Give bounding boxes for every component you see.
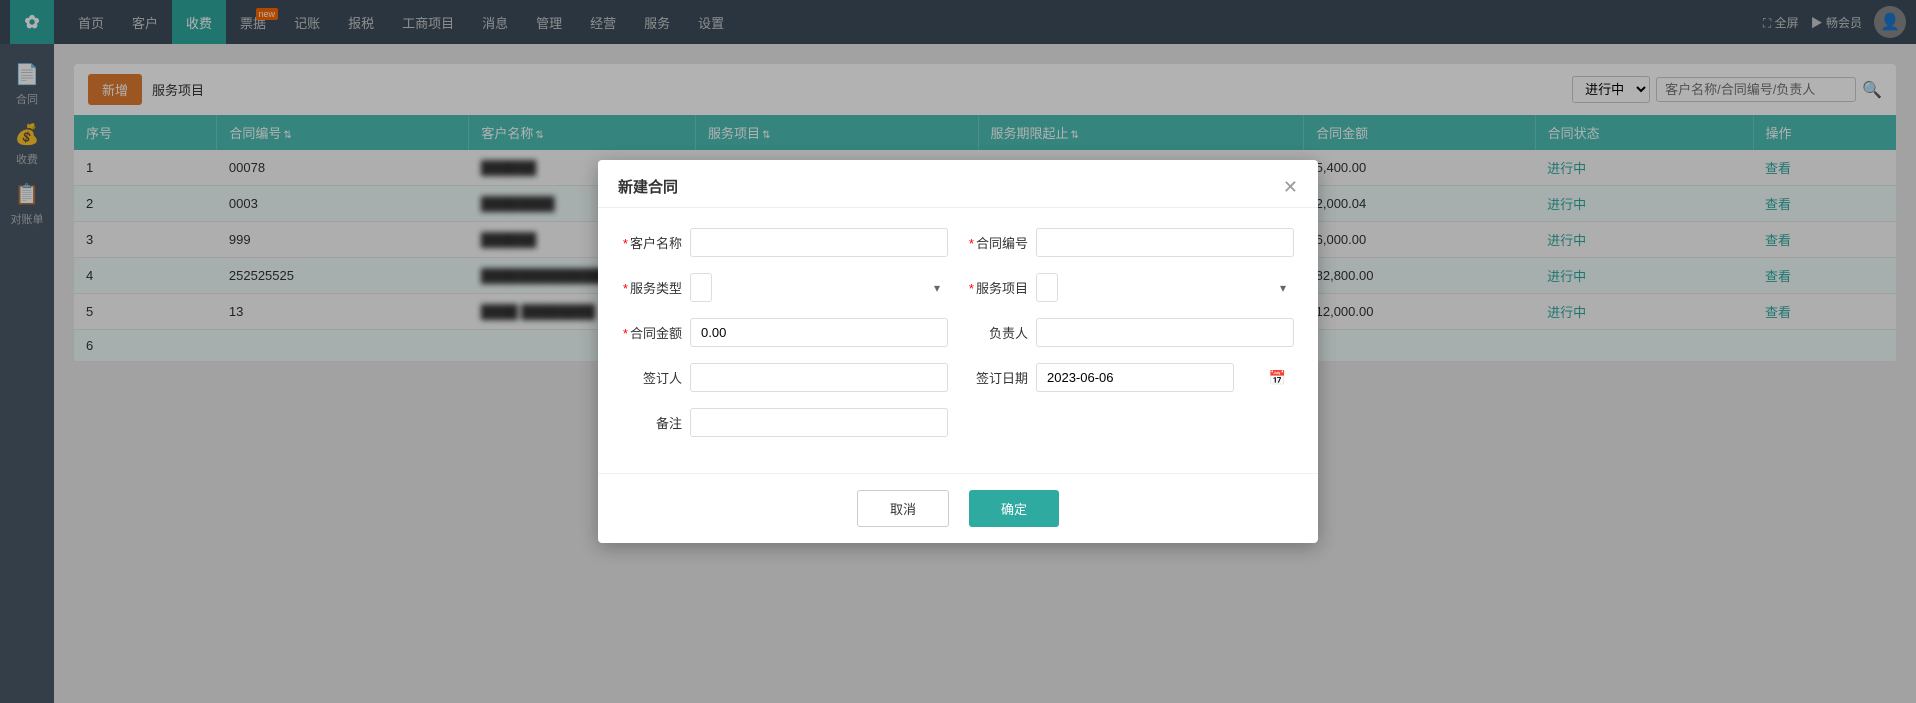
input-remark[interactable] — [690, 408, 948, 437]
input-sign-date[interactable] — [1036, 363, 1234, 392]
modal-body: *客户名称 *合同编号 *服务类型 — [598, 208, 1318, 473]
modal-title: 新建合同 — [618, 176, 678, 197]
modal-overlay: 新建合同 ✕ *客户名称 *合同编号 — [0, 0, 1916, 703]
form-group-service-item: *服务项目 — [968, 273, 1294, 302]
required-star-3: * — [623, 281, 628, 296]
form-row-3: *合同金额 负责人 — [622, 318, 1294, 347]
label-service-type: *服务类型 — [622, 278, 682, 297]
select-wrapper-service-item — [1036, 273, 1294, 302]
new-contract-modal: 新建合同 ✕ *客户名称 *合同编号 — [598, 160, 1318, 543]
label-service-item: *服务项目 — [968, 278, 1028, 297]
required-star-4: * — [969, 281, 974, 296]
input-customer-name[interactable] — [690, 228, 948, 257]
confirm-button[interactable]: 确定 — [969, 490, 1059, 527]
form-group-sign-date: 签订日期 📅 — [968, 363, 1294, 392]
label-sign-date: 签订日期 — [968, 368, 1028, 387]
modal-footer: 取消 确定 — [598, 473, 1318, 543]
select-wrapper-service-type — [690, 273, 948, 302]
input-amount[interactable] — [690, 318, 948, 347]
form-group-responsible: 负责人 — [968, 318, 1294, 347]
modal-header: 新建合同 ✕ — [598, 160, 1318, 208]
required-star-5: * — [623, 326, 628, 341]
select-service-type[interactable] — [690, 273, 712, 302]
cancel-button[interactable]: 取消 — [857, 490, 949, 527]
form-group-service-type: *服务类型 — [622, 273, 948, 302]
form-row-4: 签订人 签订日期 📅 — [622, 363, 1294, 392]
select-service-item[interactable] — [1036, 273, 1058, 302]
required-star: * — [623, 236, 628, 251]
label-responsible: 负责人 — [968, 323, 1028, 342]
required-star-2: * — [969, 236, 974, 251]
input-contract-no[interactable] — [1036, 228, 1294, 257]
form-group-amount: *合同金额 — [622, 318, 948, 347]
input-responsible[interactable] — [1036, 318, 1294, 347]
form-group-remark: 备注 — [622, 408, 948, 437]
calendar-icon: 📅 — [1269, 369, 1286, 386]
form-row-1: *客户名称 *合同编号 — [622, 228, 1294, 257]
label-amount: *合同金额 — [622, 323, 682, 342]
label-contract-no: *合同编号 — [968, 233, 1028, 252]
label-customer-name: *客户名称 — [622, 233, 682, 252]
form-group-customer-name: *客户名称 — [622, 228, 948, 257]
label-signer: 签订人 — [622, 368, 682, 387]
date-wrapper: 📅 — [1036, 363, 1294, 392]
form-group-contract-no: *合同编号 — [968, 228, 1294, 257]
input-signer[interactable] — [690, 363, 948, 392]
label-remark: 备注 — [622, 413, 682, 432]
modal-close-button[interactable]: ✕ — [1283, 178, 1298, 196]
form-row-5: 备注 — [622, 408, 1294, 437]
form-row-2: *服务类型 *服务项目 — [622, 273, 1294, 302]
form-group-signer: 签订人 — [622, 363, 948, 392]
